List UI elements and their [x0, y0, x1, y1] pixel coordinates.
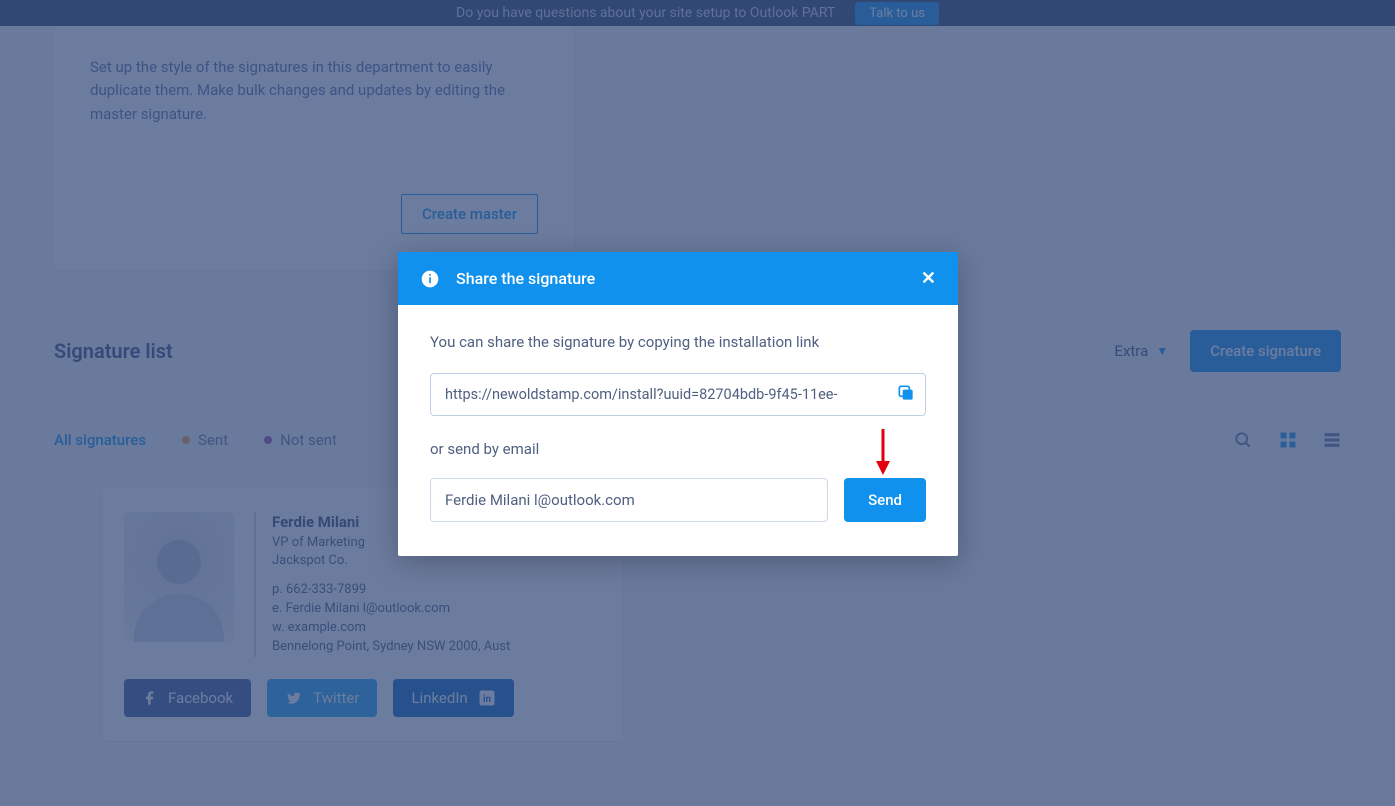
install-link-box	[430, 373, 926, 416]
modal-header: Share the signature ✕	[398, 252, 958, 305]
modal-body: You can share the signature by copying t…	[398, 305, 958, 556]
or-send-label: or send by email	[430, 440, 926, 458]
info-icon	[420, 269, 440, 289]
copy-icon[interactable]	[896, 383, 916, 407]
close-icon[interactable]: ✕	[921, 268, 936, 289]
install-link-input[interactable]	[430, 373, 926, 416]
modal-helper-text: You can share the signature by copying t…	[430, 333, 926, 351]
email-input[interactable]	[430, 478, 828, 522]
modal-title: Share the signature	[456, 269, 905, 288]
send-row: Send	[430, 478, 926, 522]
share-signature-modal: Share the signature ✕ You can share the …	[398, 252, 958, 556]
send-button[interactable]: Send	[844, 478, 926, 522]
